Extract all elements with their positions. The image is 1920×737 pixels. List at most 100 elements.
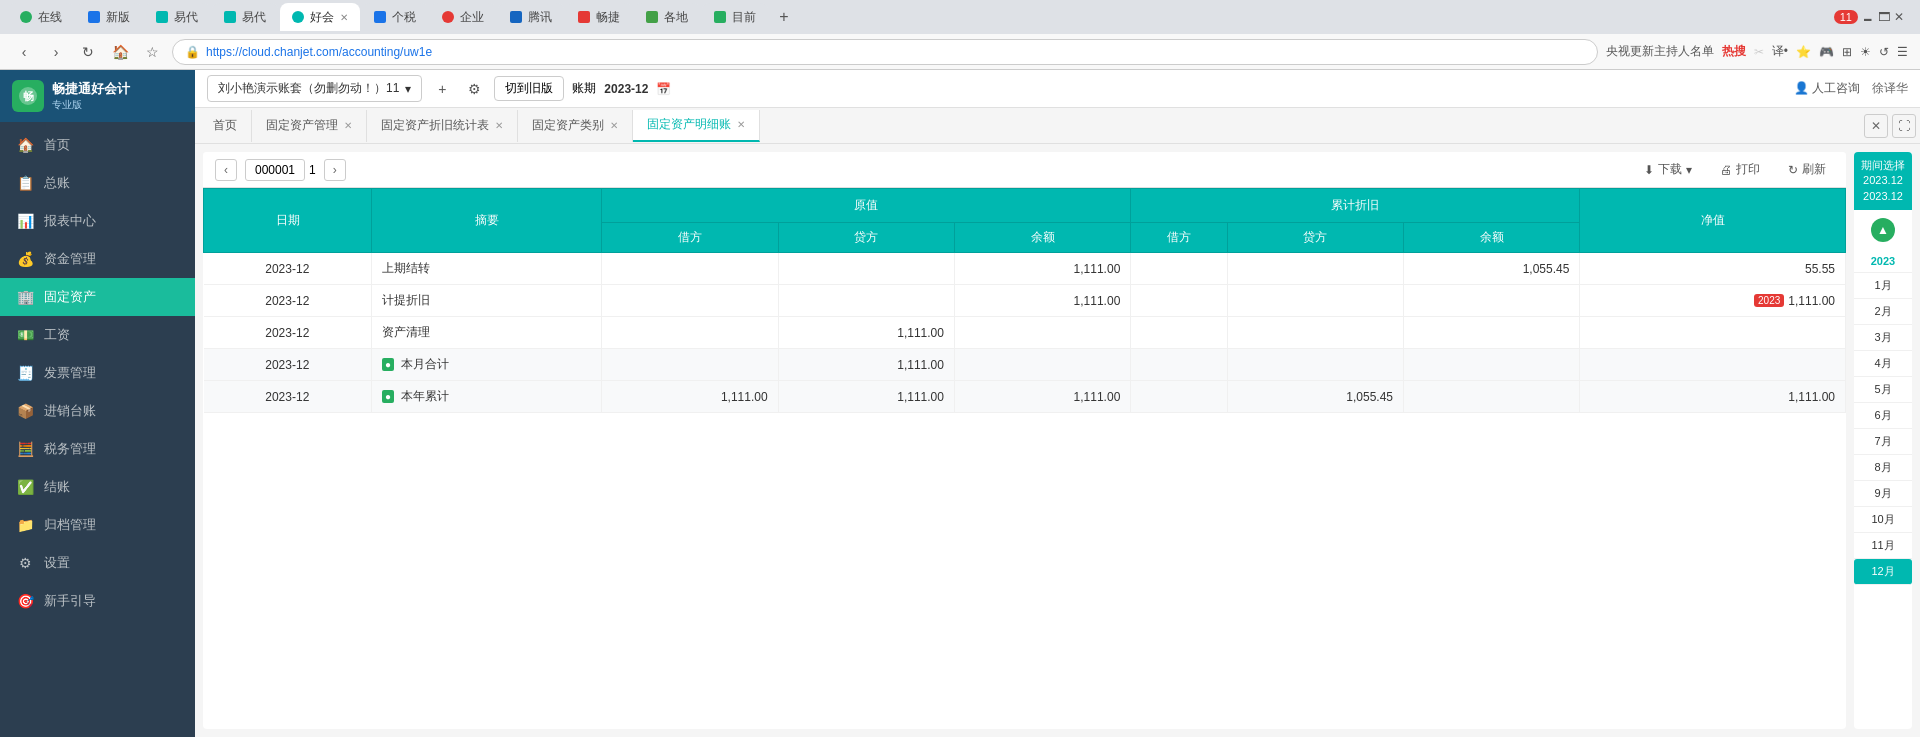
period-header-date2: 2023.12 — [1858, 189, 1908, 204]
period-item-11[interactable]: 11月 — [1854, 533, 1912, 559]
period-item-8[interactable]: 8月 — [1854, 455, 1912, 481]
back-button[interactable]: ‹ — [12, 40, 36, 64]
print-button[interactable]: 🖨 打印 — [1712, 158, 1768, 181]
tab-maximize-window-button[interactable]: ⛶ — [1892, 114, 1916, 138]
purchase-icon: 📦 — [16, 403, 34, 419]
sidebar-item-archive[interactable]: 📁归档管理 — [0, 506, 195, 544]
tab-yidai2[interactable]: 易代 — [212, 3, 278, 31]
col-accum-credit: 贷方 — [1227, 223, 1403, 253]
scroll-up-button[interactable]: ▲ — [1871, 218, 1895, 242]
col-accum-balance: 余额 — [1404, 223, 1580, 253]
sidebar-item-settings[interactable]: ⚙设置 — [0, 544, 195, 582]
tab-asset-detail[interactable]: 固定资产明细账 ✕ — [633, 110, 760, 142]
sidebar-item-tax[interactable]: 🧮税务管理 — [0, 430, 195, 468]
period-item-5[interactable]: 5月 — [1854, 377, 1912, 403]
tab-changjie[interactable]: 畅捷 — [566, 3, 632, 31]
consult-button[interactable]: 👤 人工咨询 — [1794, 80, 1860, 97]
tab-qiye[interactable]: 企业 — [430, 3, 496, 31]
month-total-tag: ● — [382, 358, 394, 371]
tab-tengxun[interactable]: 腾讯 — [498, 3, 564, 31]
tab-yidai1[interactable]: 易代 — [144, 3, 210, 31]
home-button[interactable]: 🏠 — [108, 40, 132, 64]
tab-muqian[interactable]: 目前 — [702, 3, 768, 31]
tab-close-depreciation-stats[interactable]: ✕ — [495, 120, 503, 131]
tab-close-asset-detail[interactable]: ✕ — [737, 119, 745, 130]
period-item-1[interactable]: 1月 — [1854, 273, 1912, 299]
add-account-button[interactable]: + — [430, 77, 454, 101]
maximize-button[interactable]: 🗖 — [1878, 10, 1890, 24]
account-settings-button[interactable]: ⚙ — [462, 77, 486, 101]
sidebar-item-salary[interactable]: 💵工资 — [0, 316, 195, 354]
tab-zaixin[interactable]: 在线 — [8, 3, 74, 31]
minimize-button[interactable]: 🗕 — [1862, 10, 1874, 24]
sidebar-item-purchase[interactable]: 📦进销台账 — [0, 392, 195, 430]
address-bar-input[interactable]: 🔒 https://cloud.chanjet.com/accounting/u… — [172, 39, 1598, 65]
period-item-12[interactable]: 12月 — [1854, 559, 1912, 585]
salary-icon: 💵 — [16, 327, 34, 343]
tab-geshui[interactable]: 个税 — [362, 3, 428, 31]
tab-xinban[interactable]: 新版 — [76, 3, 142, 31]
sidebar-item-home[interactable]: 🏠首页 — [0, 126, 195, 164]
next-page-button[interactable]: › — [324, 159, 346, 181]
col-accumulated-depreciation: 累计折旧 — [1131, 189, 1580, 223]
account-selector[interactable]: 刘小艳演示账套（勿删勿动！）11 ▾ — [207, 75, 422, 102]
tab-home[interactable]: 首页 — [199, 110, 252, 142]
table-container: 日期 摘要 原值 累计折旧 净值 借方 贷方 余额 借方 — [203, 188, 1846, 729]
calendar-icon[interactable]: 📅 — [656, 82, 671, 96]
refresh-browser-button[interactable]: ↻ — [76, 40, 100, 64]
col-date: 日期 — [204, 189, 372, 253]
col-orig-balance: 余额 — [954, 223, 1130, 253]
period-item-6[interactable]: 6月 — [1854, 403, 1912, 429]
period-item-3[interactable]: 3月 — [1854, 325, 1912, 351]
sidebar-item-ledger[interactable]: 📋总账 — [0, 164, 195, 202]
tab-depreciation-stats[interactable]: 固定资产折旧统计表 ✕ — [367, 110, 518, 142]
col-summary: 摘要 — [372, 189, 602, 253]
col-original-value: 原值 — [602, 189, 1131, 223]
sidebar-item-reports[interactable]: 📊报表中心 — [0, 202, 195, 240]
col-net-value: 净值 — [1580, 189, 1846, 253]
settings-icon: ⚙ — [16, 555, 34, 571]
bookmark-button[interactable]: ☆ — [140, 40, 164, 64]
nav-bar: ‹ 1 › ⬇ 下载 ▾ 🖨 — [203, 152, 1846, 188]
period-item-7[interactable]: 7月 — [1854, 429, 1912, 455]
page-number-input[interactable] — [245, 159, 305, 181]
sidebar-item-fixed-assets[interactable]: 🏢固定资产 — [0, 278, 195, 316]
col-orig-debit: 借方 — [602, 223, 778, 253]
tab-gedi[interactable]: 各地 — [634, 3, 700, 31]
tab-close-haohui[interactable]: ✕ — [340, 12, 348, 23]
tab-close-asset-category[interactable]: ✕ — [610, 120, 618, 131]
sidebar-item-funds[interactable]: 💰资金管理 — [0, 240, 195, 278]
table-row: 2023-12 上期结转 1,111.00 1,055.45 55.55 — [204, 253, 1846, 285]
tab-close-fixed-asset-management[interactable]: ✕ — [344, 120, 352, 131]
asset-detail-table: 日期 摘要 原值 累计折旧 净值 借方 贷方 余额 借方 — [203, 188, 1846, 413]
period-item-4[interactable]: 4月 — [1854, 351, 1912, 377]
reports-icon: 📊 — [16, 213, 34, 229]
period-year-label: 2023 — [1854, 250, 1912, 273]
tab-asset-category[interactable]: 固定资产类别 ✕ — [518, 110, 633, 142]
refresh-button[interactable]: ↻ 刷新 — [1780, 158, 1834, 181]
forward-button[interactable]: › — [44, 40, 68, 64]
sidebar-item-guide[interactable]: 🎯新手引导 — [0, 582, 195, 620]
logo-text: 畅捷通好会计 — [52, 80, 130, 98]
prev-page-button[interactable]: ‹ — [215, 159, 237, 181]
refresh-icon: ↻ — [1788, 163, 1798, 177]
period-item-10[interactable]: 10月 — [1854, 507, 1912, 533]
period-item-9[interactable]: 9月 — [1854, 481, 1912, 507]
close-window-button[interactable]: ✕ — [1894, 10, 1904, 24]
fixed-assets-icon: 🏢 — [16, 289, 34, 305]
tab-haohui[interactable]: 好会 ✕ — [280, 3, 360, 31]
download-button[interactable]: ⬇ 下载 ▾ — [1636, 158, 1700, 181]
sidebar-item-close[interactable]: ✅结账 — [0, 468, 195, 506]
account-name: 刘小艳演示账套（勿删勿动！）11 — [218, 80, 399, 97]
period-item-2[interactable]: 2月 — [1854, 299, 1912, 325]
home-icon: 🏠 — [16, 137, 34, 153]
download-icon: ⬇ — [1644, 163, 1654, 177]
sidebar-item-invoice[interactable]: 🧾发票管理 — [0, 354, 195, 392]
new-tab-button[interactable]: + — [770, 3, 798, 31]
tab-fixed-asset-management[interactable]: 固定资产管理 ✕ — [252, 110, 367, 142]
nav-actions: ⬇ 下载 ▾ 🖨 打印 ↻ 刷新 — [1636, 158, 1834, 181]
year-total-tag: ● — [382, 390, 394, 403]
tab-close-window-button[interactable]: ✕ — [1864, 114, 1888, 138]
ledger-icon: 📋 — [16, 175, 34, 191]
switch-version-button[interactable]: 切到旧版 — [494, 76, 564, 101]
